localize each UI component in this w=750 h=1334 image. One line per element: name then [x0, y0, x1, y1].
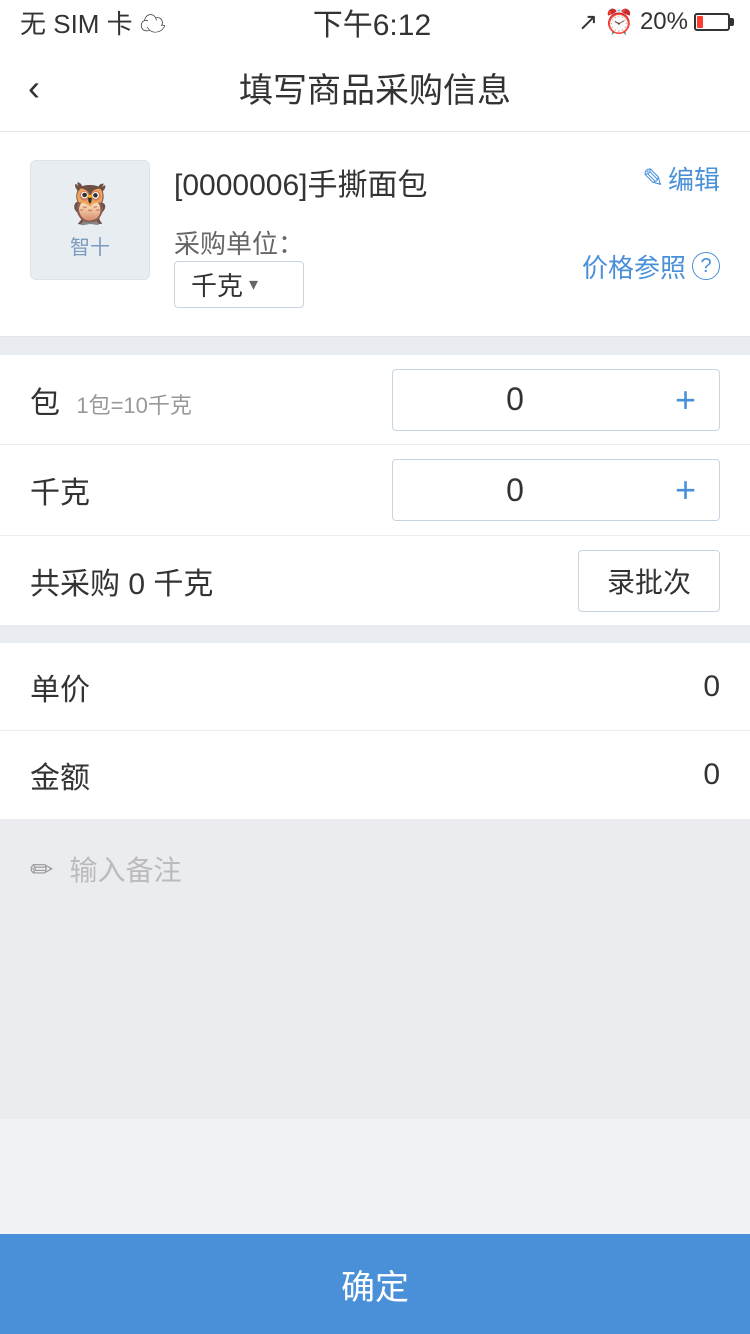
bao-sublabel: 1包=10千克 — [76, 393, 192, 418]
product-card: 🦉 智十 [0000006]手撕面包 ✎ 编辑 采购单位： 千克 ▾ — [0, 132, 750, 337]
battery-percent: 20% — [640, 8, 688, 36]
unit-label-group: 采购单位： 千克 ▾ — [174, 224, 304, 308]
unit-select[interactable]: 千克 ▾ — [174, 261, 304, 308]
nav-bar: ‹ 填写商品采购信息 — [0, 44, 750, 132]
edit-label: 编辑 — [668, 160, 720, 197]
info-icon: ? — [692, 252, 720, 280]
record-batch-button[interactable]: 录批次 — [578, 550, 720, 612]
edit-icon: ✎ — [642, 163, 664, 194]
bao-input[interactable] — [392, 369, 652, 431]
note-section[interactable]: ✏ 输入备注 — [0, 819, 750, 919]
kg-plus-button[interactable]: + — [652, 459, 720, 521]
status-left: 无 SIM 卡 ☁ — [20, 4, 166, 41]
product-top-row: [0000006]手撕面包 ✎ 编辑 — [174, 160, 720, 204]
pencil-icon: ✏ — [30, 853, 53, 886]
kg-input-row: 千克 + — [0, 445, 750, 535]
bao-input-right: + — [392, 369, 720, 431]
edit-button[interactable]: ✎ 编辑 — [642, 160, 720, 197]
back-button[interactable]: ‹ — [28, 67, 40, 109]
status-bar: 无 SIM 卡 ☁ 下午6:12 ↗ ⏰ 20% — [0, 0, 750, 44]
product-info: [0000006]手撕面包 ✎ 编辑 采购单位： 千克 ▾ 价格参照 ? — [174, 160, 720, 308]
unit-price-value: 0 — [703, 670, 720, 704]
unit-value: 千克 — [191, 266, 243, 303]
price-reference-button[interactable]: 价格参照 ? — [582, 248, 720, 285]
unit-price-label: 单价 — [30, 665, 90, 709]
amount-row: 金额 0 — [0, 731, 750, 819]
kg-label: 千克 — [30, 468, 392, 512]
summary-row: 共采购 0 千克 录批次 — [0, 535, 750, 625]
page-spacer — [0, 919, 750, 1119]
alarm-icon: ⏰ — [604, 8, 634, 37]
confirm-button[interactable]: 确定 — [0, 1234, 750, 1334]
bao-plus-button[interactable]: + — [652, 369, 720, 431]
chevron-down-icon: ▾ — [249, 274, 258, 295]
bao-input-row: 包 1包=10千克 + — [0, 355, 750, 445]
summary-text: 共采购 0 千克 — [30, 559, 213, 603]
status-right: ↗ ⏰ 20% — [578, 8, 730, 37]
amount-label: 金额 — [30, 753, 90, 797]
unit-price-row: 单价 0 — [0, 643, 750, 731]
product-logo-text: 智十 — [70, 231, 110, 260]
input-section: 包 1包=10千克 + 千克 + — [0, 355, 750, 535]
kg-input-right: + — [392, 459, 720, 521]
location-icon: ↗ — [578, 8, 598, 37]
product-image: 🦉 智十 — [30, 160, 150, 280]
sim-status: 无 SIM 卡 ☁ — [20, 4, 166, 41]
product-logo-icon: 🦉 — [65, 180, 115, 227]
status-time: 下午6:12 — [313, 0, 431, 44]
price-section: 单价 0 金额 0 — [0, 643, 750, 819]
amount-value: 0 — [703, 758, 720, 792]
product-unit-row: 采购单位： 千克 ▾ 价格参照 ? — [174, 224, 720, 308]
section-divider-2 — [0, 625, 750, 643]
section-divider-1 — [0, 337, 750, 355]
product-name: [0000006]手撕面包 — [174, 160, 427, 204]
page-title: 填写商品采购信息 — [239, 63, 511, 112]
kg-input[interactable] — [392, 459, 652, 521]
battery-icon — [694, 13, 730, 31]
price-ref-label: 价格参照 — [582, 248, 686, 285]
unit-label: 采购单位： — [174, 229, 304, 259]
bao-label: 包 — [30, 387, 60, 420]
bao-label-group: 包 1包=10千克 — [30, 378, 392, 422]
note-placeholder: 输入备注 — [69, 849, 181, 889]
